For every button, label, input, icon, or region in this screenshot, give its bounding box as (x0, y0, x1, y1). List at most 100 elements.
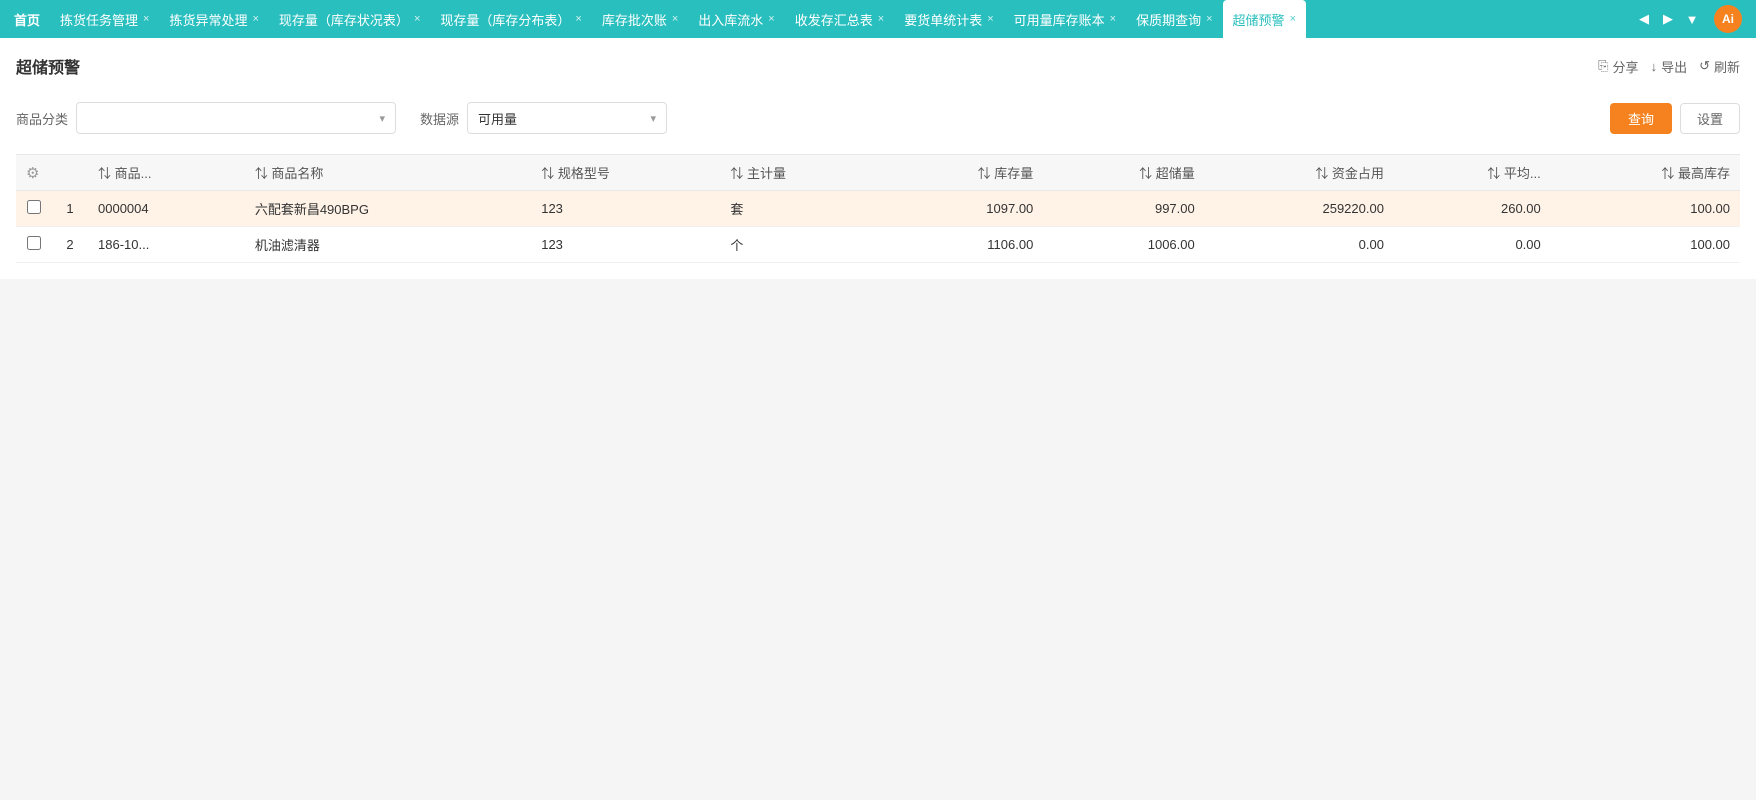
th-product-name-label: ⇅ 商品名称 (255, 163, 324, 182)
top-navigation: 首页拣货任务管理×拣货异常处理×现存量（库存状况表）×现存量（库存分布表）×库存… (0, 0, 1756, 38)
query-button[interactable]: 查询 (1610, 103, 1672, 134)
nav-item-inventory-status[interactable]: 现存量（库存状况表）× (269, 0, 430, 38)
row-product-code: 186-10... (88, 227, 245, 263)
close-icon[interactable]: × (252, 13, 258, 25)
row-inventory: 1097.00 (882, 191, 1043, 227)
th-capital-label: ⇅ 资金占用 (1315, 163, 1384, 182)
table-header-row: ⚙ ⇅ 商品... ⇅ 商品名称 ⇅ 规格型号 (16, 155, 1740, 191)
close-icon[interactable]: × (414, 13, 420, 25)
row-unit: 套 (720, 191, 881, 227)
row-checkbox[interactable] (27, 236, 41, 250)
nav-item-inventory-dist[interactable]: 现存量（库存分布表）× (430, 0, 591, 38)
row-inventory: 1106.00 (882, 227, 1043, 263)
nav-item-home[interactable]: 首页 (4, 0, 50, 38)
nav-item-order-stats[interactable]: 要货单统计表× (894, 0, 1003, 38)
row-max-inventory: 100.00 (1551, 227, 1740, 263)
datasource-label: 数据源 (420, 109, 459, 128)
row-num: 1 (52, 191, 88, 227)
row-capital: 259220.00 (1205, 191, 1394, 227)
datasource-value: 可用量 (478, 109, 517, 128)
row-max-inventory: 100.00 (1551, 191, 1740, 227)
category-chevron-icon: ▾ (379, 112, 385, 125)
row-checkbox-cell[interactable] (16, 227, 52, 263)
category-label: 商品分类 (16, 109, 68, 128)
row-product-name: 机油滤清器 (245, 227, 531, 263)
datasource-chevron-icon: ▾ (651, 112, 657, 125)
avatar[interactable]: Ai (1714, 5, 1742, 33)
close-icon[interactable]: × (768, 13, 774, 25)
nav-item-shelf-life[interactable]: 保质期查询× (1126, 0, 1222, 38)
close-icon[interactable]: × (987, 13, 993, 25)
main-content: 超储预警 ⎘ 分享 ↓ 导出 ↺ 刷新 商品分类 ▾ 数据源 (0, 38, 1756, 279)
row-overstock: 1006.00 (1043, 227, 1204, 263)
export-icon: ↓ (1651, 59, 1658, 74)
nav-item-inout-flow[interactable]: 出入库流水× (688, 0, 784, 38)
row-avg: 260.00 (1394, 191, 1551, 227)
th-overstock-label: ⇅ 超储量 (1139, 163, 1195, 182)
close-icon[interactable]: × (1290, 13, 1296, 25)
th-avg[interactable]: ⇅ 平均... (1394, 155, 1551, 191)
th-spec-label: ⇅ 规格型号 (541, 163, 610, 182)
datasource-filter: 数据源 可用量 ▾ (420, 102, 667, 134)
refresh-button[interactable]: ↺ 刷新 (1699, 57, 1740, 76)
category-filter: 商品分类 ▾ (16, 102, 396, 134)
row-spec: 123 (531, 191, 720, 227)
table-header: ⚙ ⇅ 商品... ⇅ 商品名称 ⇅ 规格型号 (16, 155, 1740, 191)
row-capital: 0.00 (1205, 227, 1394, 263)
th-overstock[interactable]: ⇅ 超储量 (1043, 155, 1204, 191)
nav-prev-arrow[interactable]: ◀ (1632, 0, 1656, 38)
row-num: 2 (52, 227, 88, 263)
th-max-inventory[interactable]: ⇅ 最高库存 (1551, 155, 1740, 191)
page-header: 超储预警 ⎘ 分享 ↓ 导出 ↺ 刷新 (16, 54, 1740, 78)
row-product-code: 0000004 (88, 191, 245, 227)
nav-item-pick-task[interactable]: 拣货任务管理× (50, 0, 159, 38)
gear-icon[interactable]: ⚙ (26, 165, 39, 182)
nav-item-overstock-warning[interactable]: 超储预警× (1223, 0, 1306, 38)
refresh-icon: ↺ (1699, 58, 1710, 74)
close-icon[interactable]: × (1110, 13, 1116, 25)
th-unit-label: ⇅ 主计量 (730, 163, 786, 182)
nav-menu-arrow[interactable]: ▼ (1680, 0, 1704, 38)
close-icon[interactable]: × (575, 13, 581, 25)
share-button[interactable]: ⎘ 分享 (1598, 57, 1638, 76)
th-num (52, 155, 88, 191)
nav-item-available-book[interactable]: 可用量库存账本× (1004, 0, 1126, 38)
export-label: 导出 (1661, 57, 1687, 76)
category-select[interactable]: ▾ (76, 102, 396, 134)
close-icon[interactable]: × (143, 13, 149, 25)
th-product-code-label: ⇅ 商品... (98, 163, 151, 182)
row-checkbox-cell[interactable] (16, 191, 52, 227)
th-avg-label: ⇅ 平均... (1487, 163, 1540, 182)
nav-next-arrow[interactable]: ▶ (1656, 0, 1680, 38)
row-product-name: 六配套新昌490BPG (245, 191, 531, 227)
header-actions: ⎘ 分享 ↓ 导出 ↺ 刷新 (1598, 57, 1740, 76)
table-row: 1 0000004 六配套新昌490BPG 123 套 1097.00 997.… (16, 191, 1740, 227)
row-unit: 个 (720, 227, 881, 263)
settings-button[interactable]: 设置 (1680, 103, 1740, 134)
refresh-label: 刷新 (1714, 57, 1740, 76)
nav-item-inventory-batch[interactable]: 库存批次账× (592, 0, 688, 38)
th-spec[interactable]: ⇅ 规格型号 (531, 155, 720, 191)
close-icon[interactable]: × (878, 13, 884, 25)
table-row: 2 186-10... 机油滤清器 123 个 1106.00 1006.00 … (16, 227, 1740, 263)
close-icon[interactable]: × (672, 13, 678, 25)
export-button[interactable]: ↓ 导出 (1651, 57, 1688, 76)
row-checkbox[interactable] (27, 200, 41, 214)
row-avg: 0.00 (1394, 227, 1551, 263)
filter-actions: 查询 设置 (1610, 103, 1740, 134)
nav-item-receive-summary[interactable]: 收发存汇总表× (785, 0, 894, 38)
share-icon: ⎘ (1598, 58, 1608, 74)
th-inventory[interactable]: ⇅ 库存量 (882, 155, 1043, 191)
th-unit[interactable]: ⇅ 主计量 (720, 155, 881, 191)
th-inventory-label: ⇅ 库存量 (978, 163, 1034, 182)
th-product-code[interactable]: ⇅ 商品... (88, 155, 245, 191)
th-capital[interactable]: ⇅ 资金占用 (1205, 155, 1394, 191)
close-icon[interactable]: × (1206, 13, 1212, 25)
page-title: 超储预警 (16, 54, 80, 78)
share-label: 分享 (1613, 57, 1639, 76)
th-gear: ⚙ (16, 155, 52, 191)
datasource-select[interactable]: 可用量 ▾ (467, 102, 667, 134)
th-product-name[interactable]: ⇅ 商品名称 (245, 155, 531, 191)
nav-item-pick-exception[interactable]: 拣货异常处理× (159, 0, 268, 38)
data-table: ⚙ ⇅ 商品... ⇅ 商品名称 ⇅ 规格型号 (16, 154, 1740, 263)
